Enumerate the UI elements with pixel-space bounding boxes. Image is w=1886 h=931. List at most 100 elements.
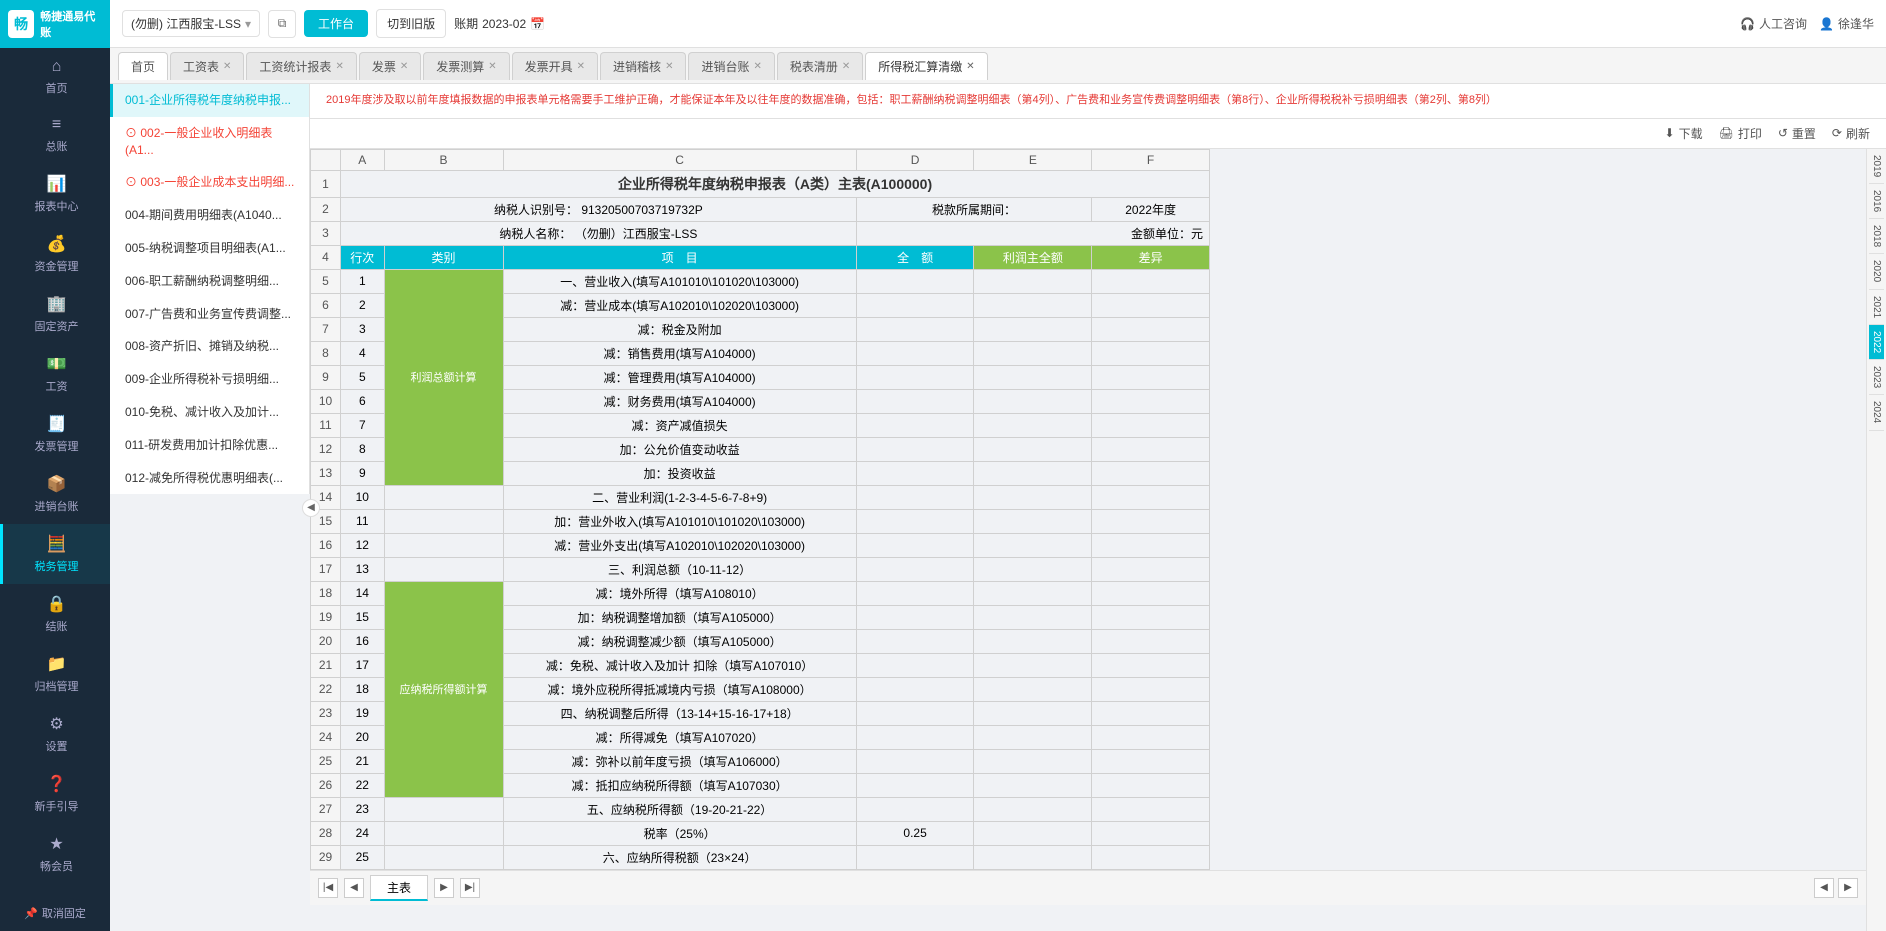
sub-nav-008[interactable]: 008-资产折旧、摊销及纳税... [110, 330, 309, 363]
tab-invoice-open-close[interactable]: ✕ [577, 61, 585, 72]
reset-btn[interactable]: ↺ 重置 [1778, 125, 1816, 142]
tab-income-tax-close[interactable]: ✕ [966, 61, 974, 72]
company-name: (勿删) 江西服宝-LSS [131, 15, 241, 32]
tab-payroll-close[interactable]: ✕ [223, 61, 231, 72]
year-2022[interactable]: 2022 [1869, 325, 1884, 360]
sheet-main[interactable]: A B C D E F 1 企业所 [310, 149, 1866, 931]
sidebar-item-guide[interactable]: ❓ 新手引导 [0, 764, 110, 824]
period-meta-value: 2022年度 [1092, 197, 1210, 221]
tab-payroll[interactable]: 工资表 ✕ [170, 52, 244, 80]
sidebar-item-settings[interactable]: ⚙ 设置 [0, 704, 110, 764]
ai-assistant-btn[interactable]: 🎧 人工咨询 [1740, 15, 1807, 32]
year-2021[interactable]: 2021 [1869, 290, 1884, 325]
ai-assistant-label: 人工咨询 [1759, 15, 1807, 32]
table-row: 18 14 应纳税所得额计算 减：境外所得（填写A108010） [311, 581, 1210, 605]
tab-purchase-ledger-label: 进销台账 [701, 58, 749, 75]
sidebar-item-archive[interactable]: 📁 归档管理 [0, 644, 110, 704]
sub-nav-009[interactable]: 009-企业所得税补亏损明细... [110, 363, 309, 396]
sidebar-item-member[interactable]: ★ 畅会员 [0, 824, 110, 884]
sidebar-item-purchase[interactable]: 📦 进销台账 [0, 464, 110, 524]
sub-nav-002[interactable]: 002-一般企业收入明细表(A1... [110, 117, 309, 167]
rownum-3: 3 [311, 221, 341, 245]
sheet-tab-main[interactable]: 主表 [370, 875, 428, 901]
scroll-left-btn[interactable]: ◀ [1814, 878, 1834, 898]
sheet-nav-next[interactable]: ▶ [434, 878, 454, 898]
col-header-lirune: 利润主全额 [974, 245, 1092, 269]
cancel-fixed-btn[interactable]: 📌 取消固定 [0, 895, 110, 931]
tab-invoice-open[interactable]: 发票开具 ✕ [512, 52, 598, 80]
tab-tax-clear-close[interactable]: ✕ [842, 61, 850, 72]
sidebar-item-tax[interactable]: 🧮 税务管理 [0, 524, 110, 584]
sidebar-item-funds[interactable]: 💰 资金管理 [0, 224, 110, 284]
table-row-meta1: 2 纳税人识别号： 91320500703719732P 税款所属期间： 202… [311, 197, 1210, 221]
refresh-btn[interactable]: ⟳ 刷新 [1832, 125, 1870, 142]
sub-nav-001-label: 001-企业所得税年度纳税申报... [125, 93, 291, 107]
tab-payroll-stats-close[interactable]: ✕ [335, 61, 343, 72]
tab-income-tax[interactable]: 所得税汇算清缴 ✕ [865, 52, 987, 80]
toolbar: ⬇ 下载 🖨 打印 ↺ 重置 ⟳ 刷新 [310, 119, 1886, 149]
sub-nav-011[interactable]: 011-研发费用加计扣除优惠... [110, 429, 309, 462]
sub-nav-005[interactable]: 005-纳税调整项目明细表(A1... [110, 232, 309, 265]
funds-icon: 💰 [47, 234, 67, 254]
sidebar-item-assets[interactable]: 🏢 固定资产 [0, 284, 110, 344]
sub-nav-007[interactable]: 007-广告费和业务宣传费调整... [110, 298, 309, 331]
sidebar-item-reports[interactable]: 📊 报表中心 [0, 164, 110, 224]
sub-nav-010[interactable]: 010-免税、减计收入及加计... [110, 396, 309, 429]
sub-nav-004[interactable]: 004-期间费用明细表(A1040... [110, 199, 309, 232]
closing-icon: 🔒 [47, 594, 67, 614]
year-2019[interactable]: 2019 [1869, 149, 1884, 184]
sheet-nav-prev[interactable]: ◀ [344, 878, 364, 898]
pin-icon: 📌 [24, 907, 38, 920]
col-a-header: A [341, 149, 385, 170]
tab-purchase-ledger[interactable]: 进销台账 ✕ [688, 52, 774, 80]
sub-nav-006[interactable]: 006-职工薪酬纳税调整明细... [110, 265, 309, 298]
sidebar-label-archive: 归档管理 [35, 678, 79, 694]
sidebar-item-invoice[interactable]: 🧾 发票管理 [0, 404, 110, 464]
col-f-header: F [1092, 149, 1210, 170]
sub-nav-001[interactable]: 001-企业所得税年度纳税申报... [110, 84, 309, 117]
sub-nav-008-label: 008-资产折旧、摊销及纳税... [125, 339, 279, 353]
sub-nav-003[interactable]: 003-一般企业成本支出明细... [110, 166, 309, 199]
workbench-button[interactable]: 工作台 [304, 10, 368, 37]
sidebar-label-funds: 资金管理 [35, 258, 79, 274]
tab-invoice[interactable]: 发票 ✕ [359, 52, 421, 80]
col-c-header: C [503, 149, 856, 170]
sheet-nav-last[interactable]: ▶| [460, 878, 480, 898]
sub-nav-002-label: 002-一般企业收入明细表(A1... [125, 126, 272, 157]
tab-purchase-verify[interactable]: 进销稽核 ✕ [600, 52, 686, 80]
year-2016[interactable]: 2016 [1869, 184, 1884, 219]
download-btn[interactable]: ⬇ 下载 [1665, 125, 1703, 142]
sub-nav-012[interactable]: 012-减免所得税优惠明细表(... [110, 462, 309, 495]
sheet-nav-first[interactable]: |◀ [318, 878, 338, 898]
tab-purchase-verify-close[interactable]: ✕ [665, 61, 673, 72]
print-btn[interactable]: 🖨 打印 [1719, 125, 1762, 142]
company-selector[interactable]: (勿删) 江西服宝-LSS ▾ [122, 10, 260, 37]
rownum-1: 1 [311, 170, 341, 197]
sidebar-item-home[interactable]: ⌂ 首页 [0, 48, 110, 106]
year-2023[interactable]: 2023 [1869, 360, 1884, 395]
collapse-panel-btn[interactable]: ◀ [302, 499, 320, 517]
user-btn[interactable]: 👤 徐逢华 [1819, 15, 1874, 32]
year-2018[interactable]: 2018 [1869, 219, 1884, 254]
sidebar-item-closing[interactable]: 🔒 结账 [0, 584, 110, 644]
sidebar-item-payroll[interactable]: 💵 工资 [0, 344, 110, 404]
switch-button[interactable]: 切到旧版 [376, 9, 446, 38]
tab-invoice-calc-close[interactable]: ✕ [488, 61, 496, 72]
tab-home[interactable]: 首页 [118, 52, 168, 80]
sub-nav-012-label: 012-减免所得税优惠明细表(... [125, 471, 283, 485]
tab-invoice-calc[interactable]: 发票测算 ✕ [423, 52, 509, 80]
col-header-xingci: 行次 [341, 245, 385, 269]
col-b-header: B [384, 149, 503, 170]
scroll-right-btn[interactable]: ▶ [1838, 878, 1858, 898]
year-2024[interactable]: 2024 [1869, 395, 1884, 430]
company-meta-prefix: 纳税人名称： [499, 227, 571, 241]
tab-payroll-stats[interactable]: 工资统计报表 ✕ [246, 52, 356, 80]
tab-tax-clear[interactable]: 税表清册 ✕ [777, 52, 863, 80]
unit-cell: 金额单位：元 [856, 221, 1209, 245]
tab-purchase-ledger-close[interactable]: ✕ [753, 61, 761, 72]
sidebar-item-ledger[interactable]: ≡ 总账 [0, 106, 110, 164]
tab-invoice-close[interactable]: ✕ [400, 61, 408, 72]
copy-btn[interactable]: ⧉ [268, 10, 296, 38]
year-2020[interactable]: 2020 [1869, 254, 1884, 289]
settings-icon: ⚙ [49, 714, 63, 734]
